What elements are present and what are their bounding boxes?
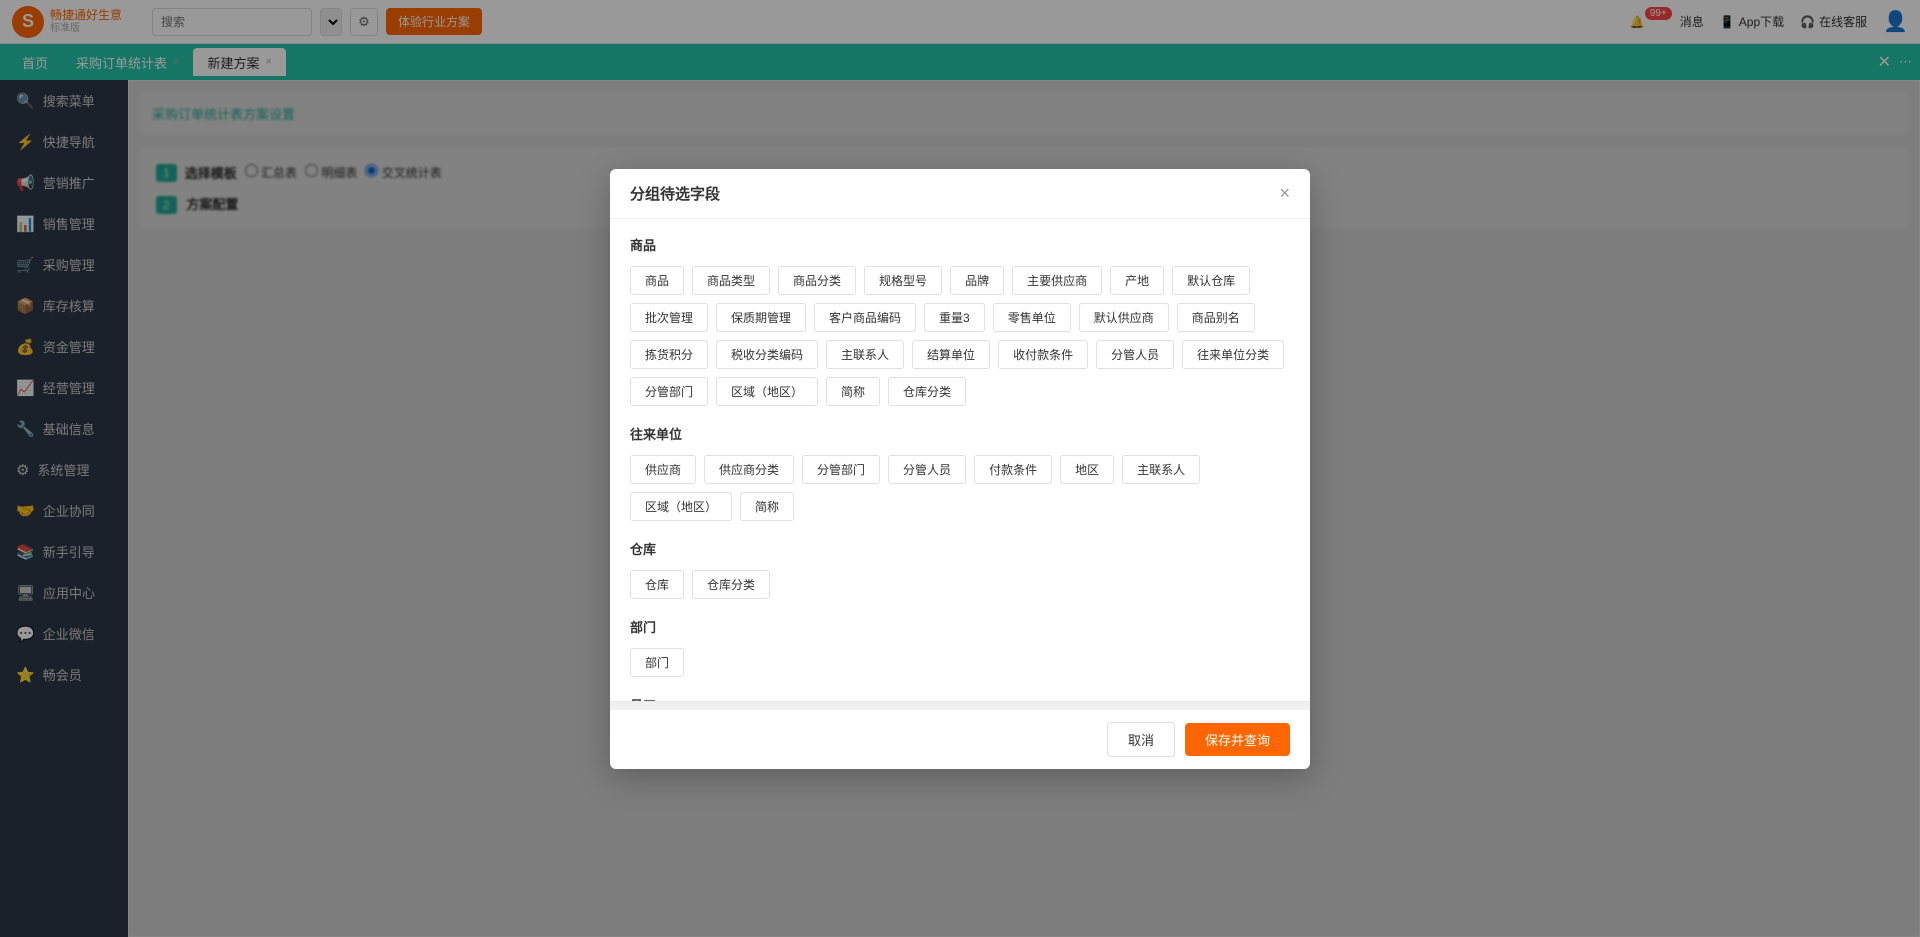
modal-close-button[interactable]: × bbox=[1279, 183, 1290, 204]
section-title-0: 商品 bbox=[630, 235, 1290, 256]
field-tag-1-4[interactable]: 付款条件 bbox=[974, 455, 1052, 484]
modal-title: 分组待选字段 bbox=[630, 183, 720, 204]
field-tag-1-0[interactable]: 供应商 bbox=[630, 455, 696, 484]
field-tag-0-3[interactable]: 规格型号 bbox=[864, 266, 942, 295]
section-2: 仓库仓库仓库分类 bbox=[630, 539, 1290, 599]
field-tag-0-16[interactable]: 税收分类编码 bbox=[716, 340, 818, 369]
field-tag-0-22[interactable]: 分管部门 bbox=[630, 377, 708, 406]
field-tag-1-6[interactable]: 主联系人 bbox=[1122, 455, 1200, 484]
field-tag-1-1[interactable]: 供应商分类 bbox=[704, 455, 794, 484]
field-tag-0-20[interactable]: 分管人员 bbox=[1096, 340, 1174, 369]
field-tags-1: 供应商供应商分类分管部门分管人员付款条件地区主联系人区域（地区） 简称 bbox=[630, 455, 1290, 521]
field-tag-0-2[interactable]: 商品分类 bbox=[778, 266, 856, 295]
modal-dialog: 分组待选字段 × 商品商品商品类型商品分类规格型号品牌主要供应商产地默认仓库批次… bbox=[610, 169, 1310, 769]
field-tag-0-15[interactable]: 拣货积分 bbox=[630, 340, 708, 369]
modal-body: 商品商品商品类型商品分类规格型号品牌主要供应商产地默认仓库批次管理保质期管理客户… bbox=[610, 219, 1310, 701]
field-tag-0-0[interactable]: 商品 bbox=[630, 266, 684, 295]
field-tag-0-25[interactable]: 仓库分类 bbox=[888, 377, 966, 406]
field-tag-0-13[interactable]: 默认供应商 bbox=[1079, 303, 1169, 332]
cancel-button[interactable]: 取消 bbox=[1107, 722, 1175, 757]
field-tag-0-9[interactable]: 保质期管理 bbox=[716, 303, 806, 332]
modal-footer: 取消 保存并查询 bbox=[610, 709, 1310, 769]
field-tag-0-8[interactable]: 批次管理 bbox=[630, 303, 708, 332]
field-tag-1-5[interactable]: 地区 bbox=[1060, 455, 1114, 484]
field-tag-0-4[interactable]: 品牌 bbox=[950, 266, 1004, 295]
field-tag-0-11[interactable]: 重量3 bbox=[924, 303, 985, 332]
field-tag-0-18[interactable]: 结算单位 bbox=[912, 340, 990, 369]
field-tag-0-14[interactable]: 商品别名 bbox=[1177, 303, 1255, 332]
field-tags-2: 仓库仓库分类 bbox=[630, 570, 1290, 599]
field-tag-1-3[interactable]: 分管人员 bbox=[888, 455, 966, 484]
field-tag-0-19[interactable]: 收付款条件 bbox=[998, 340, 1088, 369]
field-tag-2-0[interactable]: 仓库 bbox=[630, 570, 684, 599]
field-tag-2-1[interactable]: 仓库分类 bbox=[692, 570, 770, 599]
section-title-2: 仓库 bbox=[630, 539, 1290, 560]
modal-horizontal-scrollbar[interactable] bbox=[610, 701, 1310, 709]
section-0: 商品商品商品类型商品分类规格型号品牌主要供应商产地默认仓库批次管理保质期管理客户… bbox=[630, 235, 1290, 406]
field-tag-0-7[interactable]: 默认仓库 bbox=[1172, 266, 1250, 295]
field-tag-0-1[interactable]: 商品类型 bbox=[692, 266, 770, 295]
field-tag-0-23[interactable]: 区域（地区） bbox=[716, 377, 818, 406]
field-tags-0: 商品商品类型商品分类规格型号品牌主要供应商产地默认仓库批次管理保质期管理客户商品… bbox=[630, 266, 1290, 406]
field-tag-0-12[interactable]: 零售单位 bbox=[993, 303, 1071, 332]
field-tag-0-21[interactable]: 往来单位分类 bbox=[1182, 340, 1284, 369]
field-tag-0-5[interactable]: 主要供应商 bbox=[1012, 266, 1102, 295]
section-title-3: 部门 bbox=[630, 617, 1290, 638]
field-tag-1-8[interactable]: 简称 bbox=[740, 492, 794, 521]
field-tag-1-7[interactable]: 区域（地区） bbox=[630, 492, 732, 521]
modal-overlay: 分组待选字段 × 商品商品商品类型商品分类规格型号品牌主要供应商产地默认仓库批次… bbox=[0, 0, 1920, 937]
field-tag-1-2[interactable]: 分管部门 bbox=[802, 455, 880, 484]
field-tag-0-24[interactable]: 简称 bbox=[826, 377, 880, 406]
field-tag-0-17[interactable]: 主联系人 bbox=[826, 340, 904, 369]
section-title-1: 往来单位 bbox=[630, 424, 1290, 445]
section-3: 部门部门 bbox=[630, 617, 1290, 677]
modal-header: 分组待选字段 × bbox=[610, 169, 1310, 219]
field-tags-3: 部门 bbox=[630, 648, 1290, 677]
field-tag-0-10[interactable]: 客户商品编码 bbox=[814, 303, 916, 332]
field-tag-0-6[interactable]: 产地 bbox=[1110, 266, 1164, 295]
field-tag-3-0[interactable]: 部门 bbox=[630, 648, 684, 677]
section-1: 往来单位供应商供应商分类分管部门分管人员付款条件地区主联系人区域（地区） 简称 bbox=[630, 424, 1290, 521]
confirm-button[interactable]: 保存并查询 bbox=[1185, 723, 1290, 756]
